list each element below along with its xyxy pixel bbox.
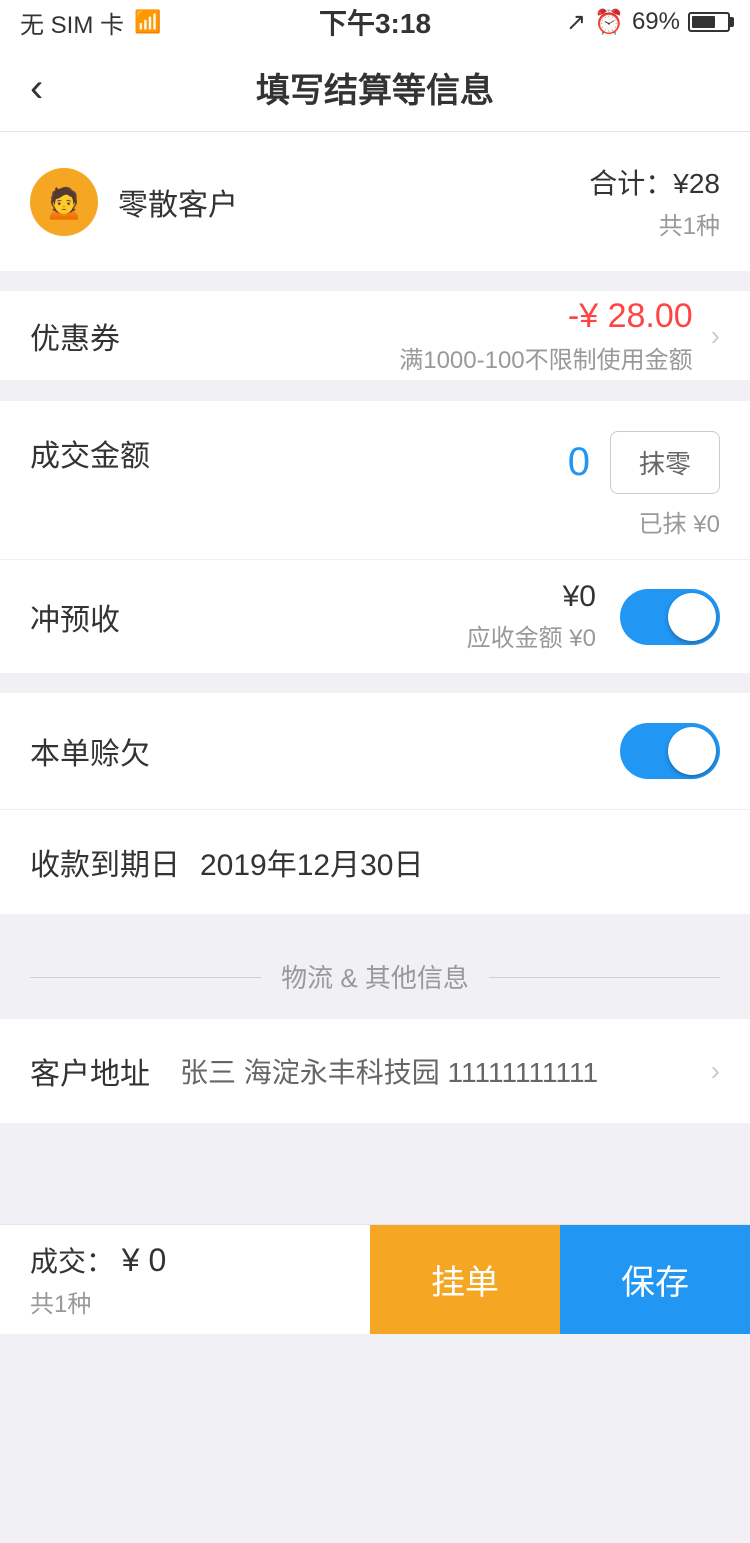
credit-section: 本单赊欠 收款到期日 2019年12月30日 (0, 693, 750, 914)
divider-3 (0, 673, 750, 693)
credit-toggle-knob (668, 727, 716, 775)
avatar: 🙍 (30, 168, 98, 236)
battery-fill (692, 16, 715, 28)
credit-label: 本单赊欠 (30, 729, 150, 773)
transaction-section: 成交金额 0 抹零 已抹 ¥0 冲预收 ¥0 应收金额 ¥0 (0, 401, 750, 673)
prepayment-label: 冲预收 (30, 595, 120, 639)
prepayment-sub: 应收金额 ¥0 (467, 618, 596, 653)
status-bar: 无 SIM 卡 📶 下午3:18 ↗ ⏰ 69% (0, 0, 750, 44)
coupon-description: 满1000-100不限制使用金额 (399, 340, 692, 375)
round-button[interactable]: 抹零 (610, 431, 720, 494)
prepayment-toggle[interactable] (620, 589, 720, 645)
hang-button[interactable]: 挂单 (370, 1225, 560, 1334)
status-left: 无 SIM 卡 📶 (20, 5, 161, 40)
prepayment-main: ¥0 (467, 580, 596, 614)
location-icon: ↗ (566, 8, 586, 37)
total-amount: 合计：¥28 (589, 162, 720, 202)
address-chevron-icon: › (711, 1055, 720, 1087)
transaction-label: 成交金额 (30, 431, 150, 475)
nav-bar: ‹ 填写结算等信息 (0, 44, 750, 132)
coupon-amount: -¥ 28.00 (399, 297, 692, 336)
total-count: 共1种 (589, 206, 720, 241)
status-right: ↗ ⏰ 69% (566, 8, 730, 37)
coupon-label: 优惠券 (30, 314, 120, 358)
bottom-info: 成交： ¥ 0 共1种 (0, 1240, 370, 1319)
coupon-right: -¥ 28.00 满1000-100不限制使用金额 › (399, 297, 720, 375)
chevron-right-icon: › (711, 320, 720, 352)
save-button[interactable]: 保存 (560, 1225, 750, 1334)
transaction-value[interactable]: 0 (550, 440, 590, 485)
divider-2 (0, 381, 750, 401)
bottom-deal-label: 成交： (30, 1246, 114, 1277)
bottom-deal-line: 成交： ¥ 0 (30, 1240, 340, 1280)
status-time: 下午3:18 (319, 2, 431, 42)
duedate-value[interactable]: 2019年12月30日 (200, 840, 423, 884)
divider-1 (0, 271, 750, 291)
amount-input-area: 0 抹零 (550, 431, 720, 494)
back-button[interactable]: ‹ (30, 68, 43, 108)
bottom-count: 共1种 (30, 1284, 340, 1319)
battery-percent: 69% (632, 8, 680, 36)
duedate-row: 收款到期日 2019年12月30日 (0, 809, 750, 914)
address-row[interactable]: 客户地址 张三 海淀永丰科技园 11111111111 › (0, 1019, 750, 1123)
toggle-knob (668, 593, 716, 641)
bottom-actions: 挂单 保存 (370, 1225, 750, 1334)
customer-left: 🙍 零散客户 (30, 168, 238, 236)
logistics-title: 物流 & 其他信息 (261, 958, 489, 995)
coupon-details: -¥ 28.00 满1000-100不限制使用金额 (399, 297, 692, 375)
wifi-icon: 📶 (134, 9, 161, 35)
coupon-section: 优惠券 -¥ 28.00 满1000-100不限制使用金额 › (0, 291, 750, 381)
coupon-row[interactable]: 优惠券 -¥ 28.00 满1000-100不限制使用金额 › (0, 291, 750, 381)
customer-row: 🙍 零散客户 合计：¥28 共1种 (30, 162, 720, 241)
customer-name: 零散客户 (118, 180, 238, 224)
address-value: 张三 海淀永丰科技园 11111111111 (180, 1051, 703, 1091)
prepayment-amounts: ¥0 应收金额 ¥0 (467, 580, 596, 653)
logistics-header: 物流 & 其他信息 (0, 934, 750, 1019)
avatar-icon: 🙍 (44, 183, 84, 221)
prepayment-row: 冲预收 ¥0 应收金额 ¥0 (0, 559, 750, 673)
customer-section: 🙍 零散客户 合计：¥28 共1种 (0, 132, 750, 271)
credit-row: 本单赊欠 (0, 693, 750, 809)
alarm-icon: ⏰ (594, 8, 624, 37)
prepayment-right: ¥0 应收金额 ¥0 (467, 580, 720, 653)
transaction-row: 成交金额 0 抹零 (0, 401, 750, 504)
duedate-label: 收款到期日 (30, 840, 180, 884)
battery-icon (688, 12, 730, 32)
customer-summary: 合计：¥28 共1种 (589, 162, 720, 241)
carrier-text: 无 SIM 卡 (20, 5, 124, 40)
bottom-deal-amount: ¥ 0 (122, 1242, 166, 1278)
already-rounded: 已抹 ¥0 (0, 504, 750, 559)
credit-toggle[interactable] (620, 723, 720, 779)
divider-4 (0, 914, 750, 934)
page-title: 填写结算等信息 (256, 63, 494, 112)
bottom-bar: 成交： ¥ 0 共1种 挂单 保存 (0, 1224, 750, 1334)
address-label: 客户地址 (30, 1049, 150, 1093)
